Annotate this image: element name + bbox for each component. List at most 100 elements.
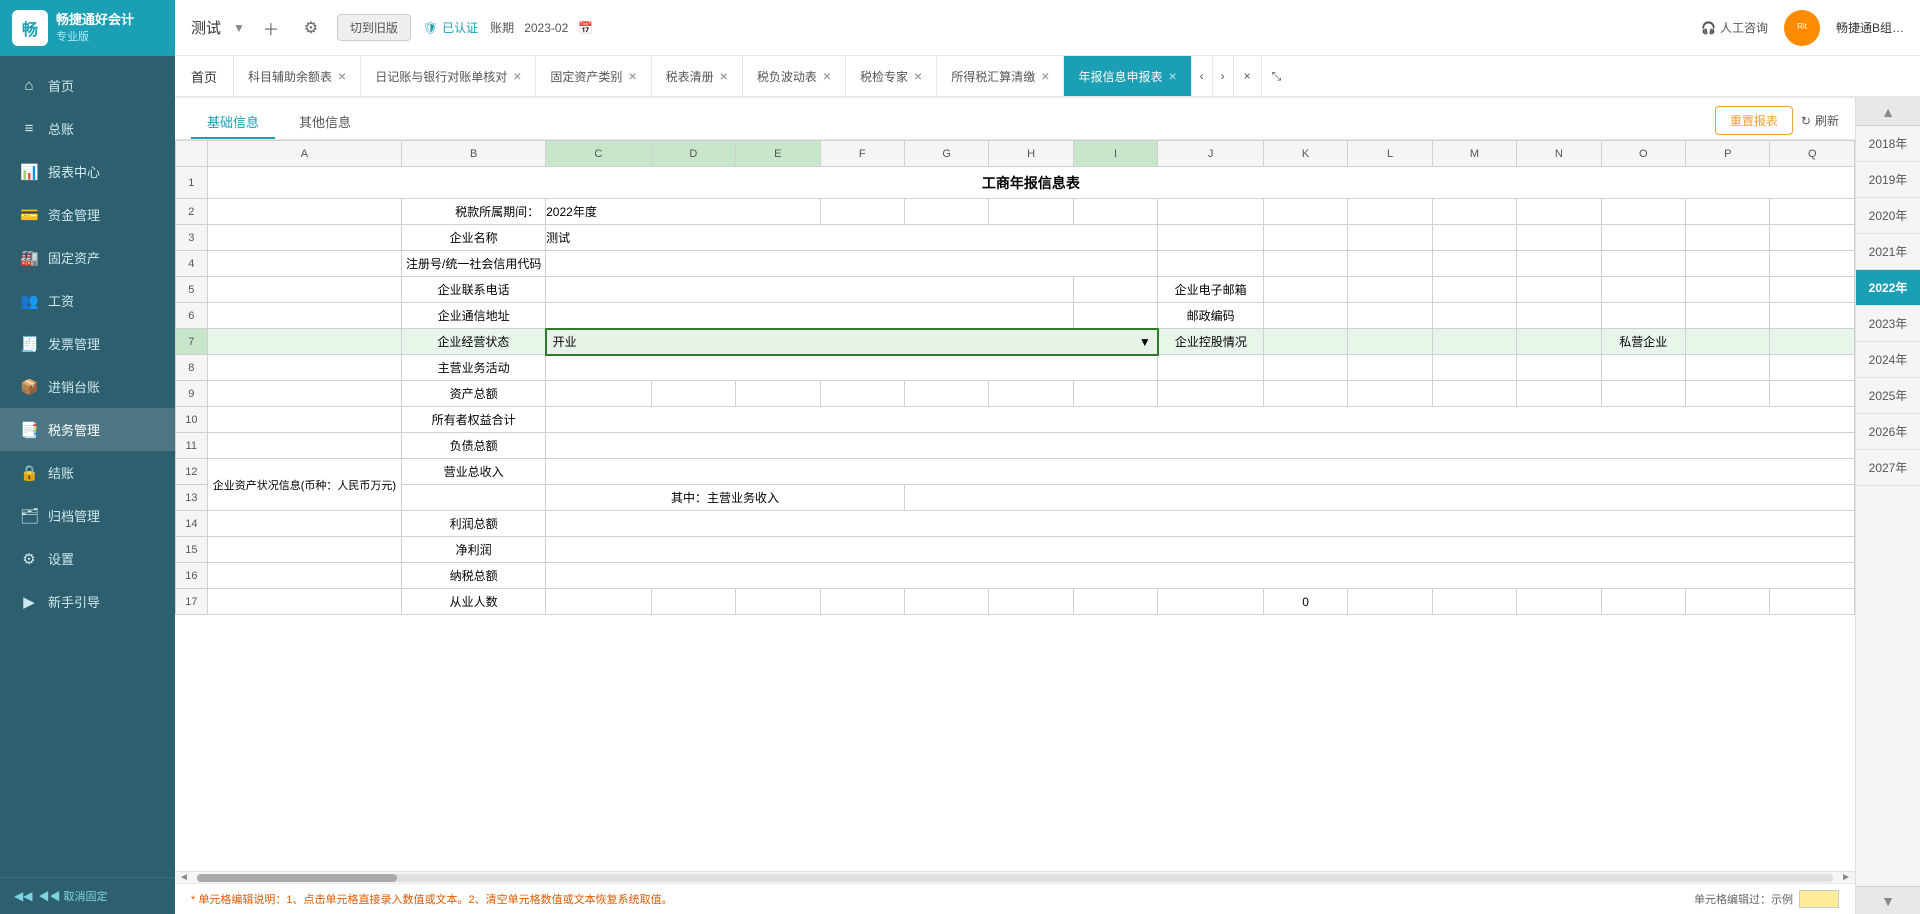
cell-5-l[interactable] [1348, 277, 1432, 303]
tab-tax-list[interactable]: 税表清册 × [652, 56, 743, 96]
cell-17-o[interactable] [1601, 589, 1685, 615]
tab-aux[interactable]: 科目辅助余额表 × [234, 56, 361, 96]
cell-7-q[interactable] [1770, 329, 1855, 355]
cell-10-b[interactable]: 所有者权益合计 [402, 407, 546, 433]
cell-6-o[interactable] [1601, 303, 1685, 329]
refresh-button[interactable]: ↻ 刷新 [1801, 112, 1839, 129]
cell-4-l[interactable] [1348, 251, 1432, 277]
sidebar-item-invoice[interactable]: 🧾 发票管理 [0, 322, 175, 365]
cell-9-l[interactable] [1348, 381, 1432, 407]
cell-9-p[interactable] [1686, 381, 1770, 407]
cell-14-a[interactable] [207, 511, 402, 537]
cell-6-p[interactable] [1686, 303, 1770, 329]
cell-11-b[interactable]: 负债总额 [402, 433, 546, 459]
year-item-2021[interactable]: 2021年 [1856, 234, 1920, 270]
cell-17-c[interactable] [546, 589, 652, 615]
tab-income-tax[interactable]: 所得税汇算清缴 × [937, 56, 1064, 96]
cell-9-j[interactable] [1158, 381, 1264, 407]
cell-8-a[interactable] [207, 355, 402, 381]
cell-9-g[interactable] [904, 381, 988, 407]
cell-17-j[interactable] [1158, 589, 1264, 615]
sidebar-item-archive[interactable]: 🗂 归档管理 [0, 494, 175, 537]
cell-13-c[interactable]: 其中：主营业务收入 [546, 485, 905, 511]
cell-15-a[interactable] [207, 537, 402, 563]
cell-9-h[interactable] [989, 381, 1073, 407]
sub-tab-other[interactable]: 其他信息 [283, 106, 367, 139]
tab-annual-report[interactable]: 年报信息申报表 × [1064, 56, 1191, 96]
cell-16-rest[interactable] [546, 563, 1855, 589]
cell-6-k[interactable] [1263, 303, 1347, 329]
cell-17-b[interactable]: 从业人数 [402, 589, 546, 615]
cell-title[interactable]: 工商年报信息表 [207, 167, 1854, 199]
cell-17-k[interactable]: 0 [1263, 589, 1347, 615]
year-item-2025[interactable]: 2025年 [1856, 378, 1920, 414]
cell-8-b[interactable]: 主营业务活动 [402, 355, 546, 381]
cell-9-k[interactable] [1263, 381, 1347, 407]
cell-3-a[interactable] [207, 225, 402, 251]
cell-7-o[interactable]: 私营企业 [1601, 329, 1685, 355]
switch-version-button[interactable]: 切到旧版 [337, 14, 411, 41]
cell-2-j[interactable] [1158, 199, 1264, 225]
cell-2-o[interactable] [1601, 199, 1685, 225]
consultant-button[interactable]: 🎧 人工咨询 [1701, 19, 1768, 36]
cell-12-rest[interactable] [546, 459, 1855, 485]
cell-7-k[interactable] [1263, 329, 1347, 355]
cell-5-p[interactable] [1686, 277, 1770, 303]
cell-17-e[interactable] [736, 589, 820, 615]
topbar-add-button[interactable]: ＋ [257, 14, 285, 42]
cell-17-d[interactable] [651, 589, 735, 615]
cell-12-a[interactable]: 企业资产状况信息(币种：人民币万元) [207, 459, 402, 511]
cell-9-m[interactable] [1432, 381, 1516, 407]
cell-7-p[interactable] [1686, 329, 1770, 355]
sidebar-item-tax[interactable]: 📑 税务管理 [0, 408, 175, 451]
cell-6-q[interactable] [1770, 303, 1855, 329]
cell-3-c[interactable]: 测试 [546, 225, 1158, 251]
cell-7-l[interactable] [1348, 329, 1432, 355]
tab-close-tax-list[interactable]: × [720, 68, 728, 84]
tab-tax-expert[interactable]: 税检专家 × [846, 56, 937, 96]
tab-close-aux[interactable]: × [338, 68, 346, 84]
cell-8-o[interactable] [1601, 355, 1685, 381]
sidebar-item-settings[interactable]: ⚙ 设置 [0, 537, 175, 580]
tab-expand-button[interactable]: ⤡ [1262, 56, 1292, 96]
cell-7-b[interactable]: 企业经营状态 [402, 329, 546, 355]
sub-tab-basic[interactable]: 基础信息 [191, 106, 275, 139]
cell-2-p[interactable] [1686, 199, 1770, 225]
sidebar-item-ledger[interactable]: ≡ 总账 [0, 107, 175, 150]
spreadsheet-wrapper[interactable]: A B C D E F G H I J K L [175, 140, 1855, 871]
cell-5-m[interactable] [1432, 277, 1516, 303]
cell-5-b[interactable]: 企业联系电话 [402, 277, 546, 303]
cell-2-h[interactable] [989, 199, 1073, 225]
cell-2-k[interactable] [1263, 199, 1347, 225]
cell-3-n[interactable] [1517, 225, 1601, 251]
cell-2-c[interactable]: 2022年度 [546, 199, 820, 225]
cell-2-a[interactable] [207, 199, 402, 225]
cell-5-q[interactable] [1770, 277, 1855, 303]
cell-11-rest[interactable] [546, 433, 1855, 459]
year-item-2019[interactable]: 2019年 [1856, 162, 1920, 198]
cell-9-i[interactable] [1073, 381, 1157, 407]
year-item-2022[interactable]: 2022年 [1856, 270, 1920, 306]
cell-8-l[interactable] [1348, 355, 1432, 381]
cell-7-a[interactable] [207, 329, 402, 355]
cell-2-m[interactable] [1432, 199, 1516, 225]
year-scroll-up-button[interactable]: ▲ [1856, 98, 1920, 126]
tab-close-annual-report[interactable]: × [1168, 68, 1176, 84]
cell-14-rest[interactable] [546, 511, 1855, 537]
cell-8-q[interactable] [1770, 355, 1855, 381]
cell-7-n[interactable] [1517, 329, 1601, 355]
cell-6-j[interactable]: 邮政编码 [1158, 303, 1264, 329]
sidebar-item-assets[interactable]: 🏭 固定资产 [0, 236, 175, 279]
topbar-dropdown-arrow[interactable]: ▼ [233, 21, 245, 35]
cell-9-a[interactable] [207, 381, 402, 407]
cell-9-o[interactable] [1601, 381, 1685, 407]
year-scroll-down-button[interactable]: ▼ [1856, 886, 1920, 914]
cell-6-n[interactable] [1517, 303, 1601, 329]
cell-16-b[interactable]: 纳税总额 [402, 563, 546, 589]
cell-2-b[interactable]: 税款所属期间： [402, 199, 546, 225]
cell-17-h[interactable] [989, 589, 1073, 615]
cell-7-m[interactable] [1432, 329, 1516, 355]
tab-journal[interactable]: 日记账与银行对账单核对 × [361, 56, 536, 96]
cell-5-k[interactable] [1263, 277, 1347, 303]
sidebar-item-finance[interactable]: 💳 资金管理 [0, 193, 175, 236]
